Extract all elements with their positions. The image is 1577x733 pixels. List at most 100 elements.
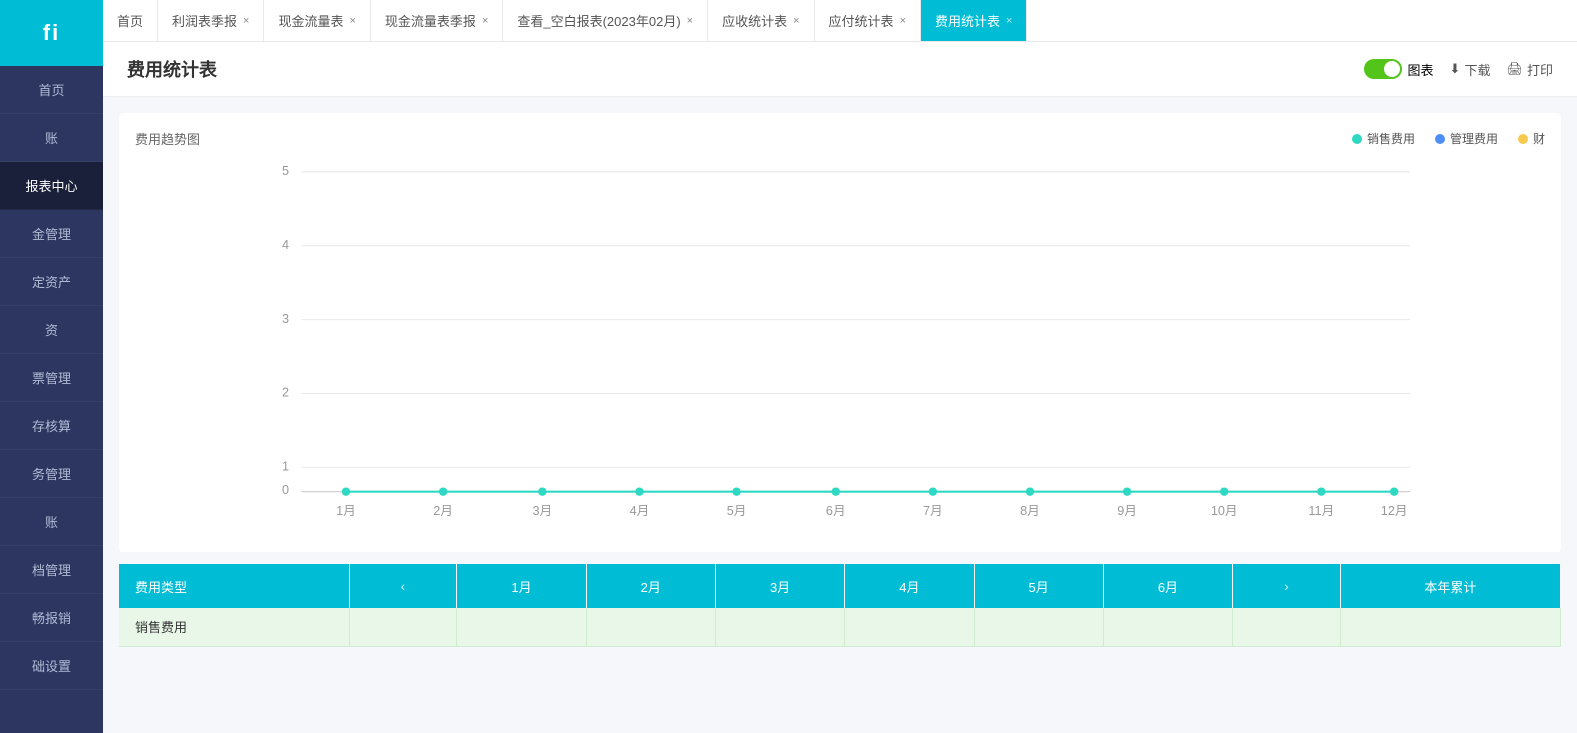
svg-text:2: 2: [282, 386, 289, 400]
sidebar-item-archives[interactable]: 档管理: [0, 546, 103, 594]
col-type: 费用类型: [119, 564, 349, 608]
tab-bar: 首页 利润表季报 × 现金流量表 × 现金流量表季报 × 查看_空白报表(202…: [103, 0, 1577, 42]
download-icon: ⬇: [1450, 61, 1461, 77]
col-5: 5月: [974, 564, 1103, 608]
svg-text:6月: 6月: [826, 504, 846, 518]
print-icon: 🖨: [1506, 61, 1523, 77]
sidebar-item-cash[interactable]: 金管理: [0, 210, 103, 258]
svg-text:5月: 5月: [727, 504, 747, 518]
sidebar-item-bank[interactable]: 账: [0, 498, 103, 546]
next-arrow[interactable]: ›: [1280, 578, 1293, 594]
row-m3: [715, 608, 844, 646]
tab-cashflow-quarter[interactable]: 现金流量表季报 ×: [371, 0, 503, 41]
print-label: 打印: [1527, 60, 1553, 79]
sidebar: fi 首页 账 报表中心 金管理 定资产 资 票管理 存核算 务管理 账 档管理…: [0, 0, 103, 733]
chart-header: 费用趋势图 销售费用 管理费用 财: [135, 129, 1545, 148]
row-m2: [586, 608, 715, 646]
legend-dot-sales: [1352, 134, 1362, 144]
col-6: 6月: [1103, 564, 1232, 608]
chart-svg-wrap: 5 4 3 2 1 0 1月 2月 3月: [135, 156, 1545, 536]
legend-item-admin: 管理费用: [1435, 130, 1498, 147]
app-logo: fi: [0, 0, 103, 66]
svg-text:11月: 11月: [1308, 504, 1334, 518]
expense-table: 费用类型 ‹ 1月 2月 3月 4月 5月 6月 ›: [119, 564, 1561, 647]
page-title: 费用统计表: [127, 56, 217, 82]
legend-dot-finance: [1518, 134, 1528, 144]
content-area: 费用统计表 图表 ⬇ 下载 🖨 打印 费用趋势图: [103, 42, 1577, 733]
tab-expense[interactable]: 费用统计表 ×: [921, 0, 1027, 41]
col-4: 4月: [845, 564, 974, 608]
col-type-label: 费用类型: [135, 580, 187, 595]
legend-label-sales: 销售费用: [1367, 130, 1415, 147]
tab-cashflow-quarter-label: 现金流量表季报: [385, 11, 476, 30]
tab-receivable[interactable]: 应收统计表 ×: [708, 0, 814, 41]
chart-toggle-wrap: 图表: [1364, 59, 1434, 79]
tab-blank-report-label: 查看_空白报表(2023年02月): [517, 11, 680, 30]
row-m1: [457, 608, 586, 646]
legend-dot-admin: [1435, 134, 1445, 144]
svg-text:3: 3: [282, 312, 289, 326]
tab-home-label: 首页: [117, 11, 143, 30]
download-button[interactable]: ⬇ 下载: [1450, 60, 1491, 79]
row-type-label: 销售费用: [119, 608, 349, 646]
table-area: 费用类型 ‹ 1月 2月 3月 4月 5月 6月 ›: [119, 564, 1561, 647]
tab-profit-quarter[interactable]: 利润表季报 ×: [158, 0, 264, 41]
sidebar-item-services[interactable]: 务管理: [0, 450, 103, 498]
sidebar-item-inventory[interactable]: 存核算: [0, 402, 103, 450]
tab-home[interactable]: 首页: [103, 0, 158, 41]
page-header: 费用统计表 图表 ⬇ 下载 🖨 打印: [103, 42, 1577, 97]
tab-payable-close[interactable]: ×: [900, 15, 906, 27]
legend-item-sales: 销售费用: [1352, 130, 1415, 147]
tab-receivable-close[interactable]: ×: [793, 15, 799, 27]
tab-blank-report-close[interactable]: ×: [687, 15, 693, 27]
sidebar-item-home[interactable]: 首页: [0, 66, 103, 114]
chart-toggle-label: 图表: [1408, 60, 1434, 79]
sidebar-item-salary[interactable]: 资: [0, 306, 103, 354]
row-m5: [974, 608, 1103, 646]
svg-text:12月: 12月: [1381, 504, 1408, 518]
tab-cashflow-quarter-close[interactable]: ×: [482, 15, 488, 27]
svg-text:1月: 1月: [336, 504, 356, 518]
tab-payable[interactable]: 应付统计表 ×: [815, 0, 921, 41]
svg-text:10月: 10月: [1211, 504, 1238, 518]
line-chart-svg: 5 4 3 2 1 0 1月 2月 3月: [135, 156, 1545, 536]
svg-text:1: 1: [282, 460, 289, 474]
svg-text:0: 0: [282, 483, 289, 497]
tab-receivable-label: 应收统计表: [722, 11, 787, 30]
legend-item-finance: 财: [1518, 130, 1545, 147]
col-1: 1月: [457, 564, 586, 608]
tab-cashflow-close[interactable]: ×: [349, 15, 355, 27]
prev-arrow[interactable]: ‹: [397, 578, 410, 594]
col-total: 本年累计: [1340, 564, 1560, 608]
download-label: 下载: [1464, 60, 1490, 79]
sidebar-item-fixed-assets[interactable]: 定资产: [0, 258, 103, 306]
table-header-row: 费用类型 ‹ 1月 2月 3月 4月 5月 6月 ›: [119, 564, 1561, 608]
print-button[interactable]: 🖨 打印: [1506, 60, 1553, 79]
row-m6: [1103, 608, 1232, 646]
tab-blank-report[interactable]: 查看_空白报表(2023年02月) ×: [503, 0, 708, 41]
sidebar-item-invoice[interactable]: 票管理: [0, 354, 103, 402]
col-2: 2月: [586, 564, 715, 608]
tab-profit-quarter-close[interactable]: ×: [243, 15, 249, 27]
sidebar-item-sales[interactable]: 畅报销: [0, 594, 103, 642]
tab-expense-close[interactable]: ×: [1006, 15, 1012, 27]
col-3: 3月: [715, 564, 844, 608]
tab-cashflow-label: 现金流量表: [278, 11, 343, 30]
svg-text:4: 4: [282, 238, 289, 252]
row-total: [1340, 608, 1560, 646]
sidebar-item-settings[interactable]: 础设置: [0, 642, 103, 690]
tab-cashflow[interactable]: 现金流量表 ×: [264, 0, 370, 41]
col-prev: ‹: [349, 564, 457, 608]
chart-toggle[interactable]: [1364, 59, 1402, 79]
legend-label-finance: 财: [1533, 130, 1545, 147]
chart-legend: 销售费用 管理费用 财: [1352, 130, 1545, 147]
table-row: 销售费用: [119, 608, 1561, 646]
svg-text:2月: 2月: [433, 504, 453, 518]
svg-text:4月: 4月: [630, 504, 650, 518]
svg-text:7月: 7月: [923, 504, 943, 518]
tab-payable-label: 应付统计表: [829, 11, 894, 30]
sidebar-item-accounting[interactable]: 账: [0, 114, 103, 162]
col-next: ›: [1233, 564, 1341, 608]
sidebar-item-reports[interactable]: 报表中心: [0, 162, 103, 210]
row-next-spacer: [1233, 608, 1341, 646]
